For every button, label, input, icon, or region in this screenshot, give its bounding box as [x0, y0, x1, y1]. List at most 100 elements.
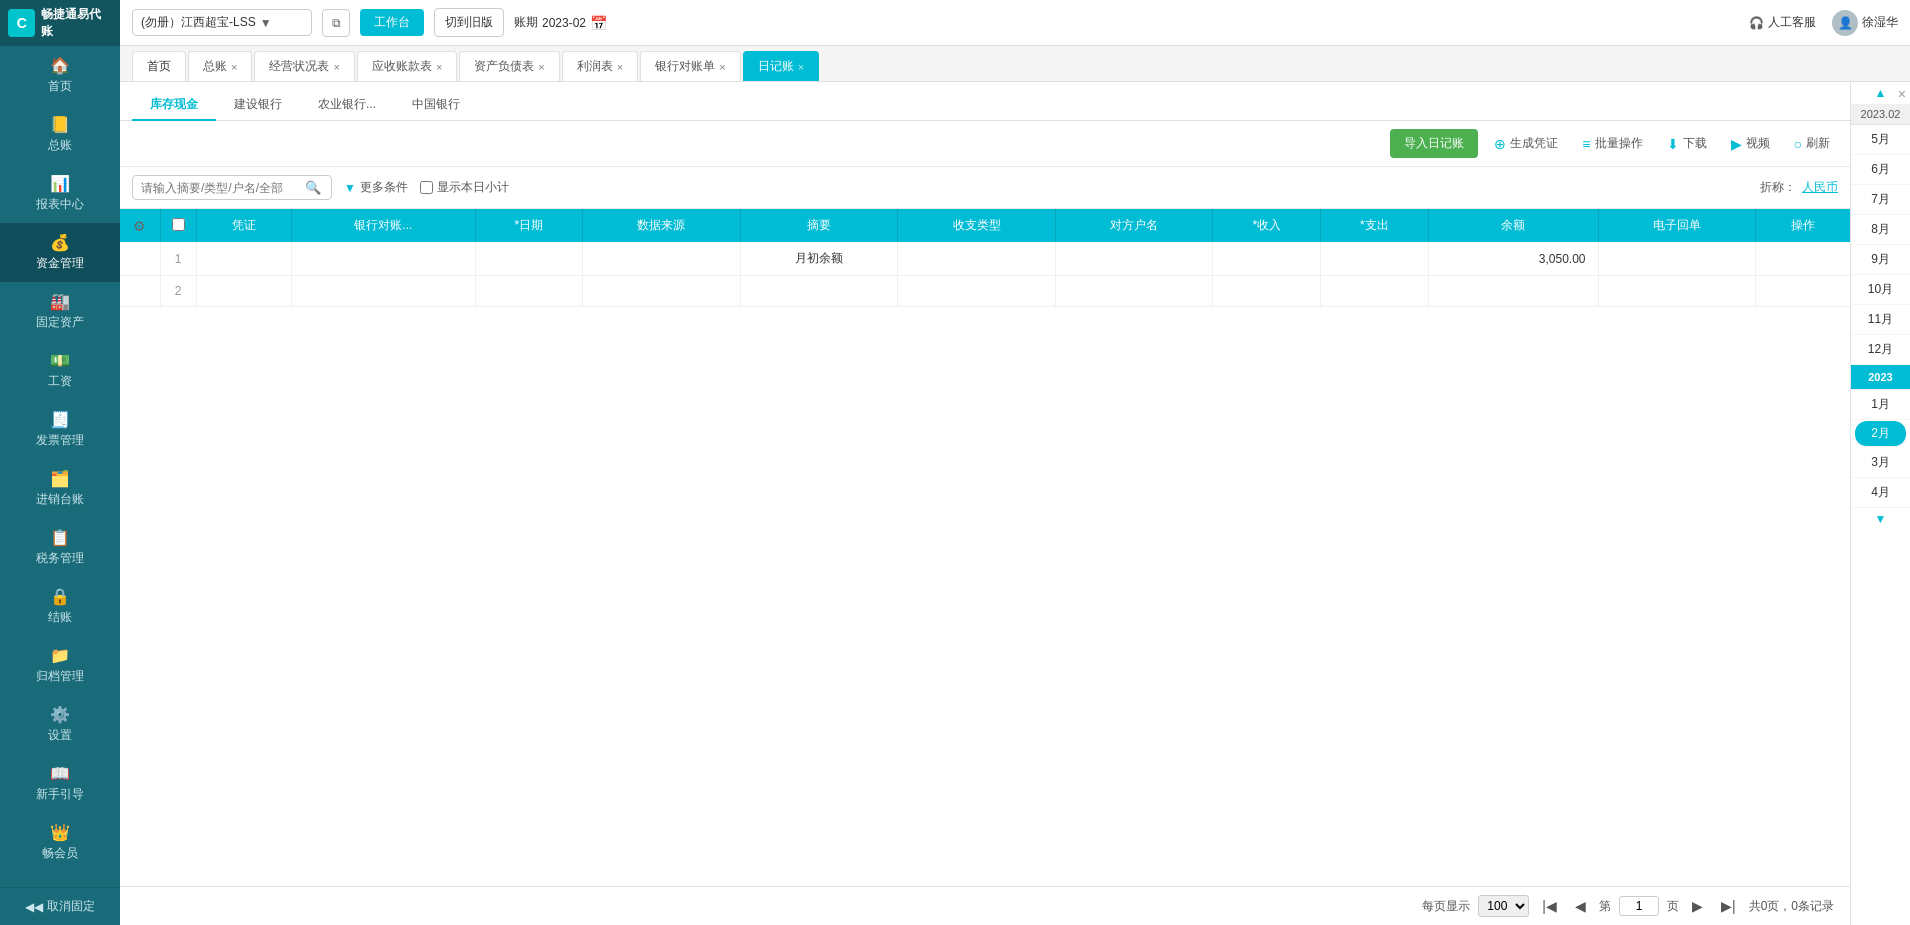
settings-gear-icon[interactable]: ⚙: [126, 218, 154, 234]
currency-label: 折称：: [1760, 179, 1796, 196]
first-page-btn[interactable]: |◀: [1537, 896, 1562, 916]
select-all-checkbox[interactable]: [172, 218, 185, 231]
import-diary-button[interactable]: 导入日记账: [1390, 129, 1478, 158]
chevron-up-icon: ▲: [1875, 86, 1887, 100]
row-check: 1: [160, 242, 196, 276]
row-summary: 月初余额: [740, 242, 898, 276]
search-icon[interactable]: 🔍: [305, 180, 321, 195]
tab-business[interactable]: 经营状况表 ×: [254, 51, 354, 81]
month-item-feb-2023[interactable]: 2月: [1855, 421, 1906, 447]
sidebar-item-close[interactable]: 🔒 结账: [0, 577, 120, 636]
old-version-button[interactable]: 切到旧版: [434, 8, 504, 37]
sidebar-unpin-btn[interactable]: ◀◀ 取消固定: [0, 887, 120, 925]
month-item-jan-2023[interactable]: 1月: [1851, 390, 1910, 420]
month-item-6[interactable]: 6月: [1851, 155, 1910, 185]
per-page-select[interactable]: 100 50 200: [1478, 895, 1529, 917]
sidebar-item-guide[interactable]: 📖 新手引导: [0, 754, 120, 813]
sidebar-item-salary[interactable]: 💵 工资: [0, 341, 120, 400]
generate-voucher-btn[interactable]: ⊕ 生成凭证: [1486, 131, 1566, 156]
month-item-8[interactable]: 8月: [1851, 215, 1910, 245]
logo-icon: C: [8, 9, 35, 37]
tab-assets[interactable]: 资产负债表 ×: [459, 51, 559, 81]
last-page-btn[interactable]: ▶|: [1716, 896, 1741, 916]
row-e-receipt: [1598, 276, 1756, 307]
row-voucher: [196, 242, 292, 276]
next-page-btn[interactable]: ▶: [1687, 896, 1708, 916]
sidebar-item-reports[interactable]: 📊 报表中心: [0, 164, 120, 223]
sidebar-item-fixed[interactable]: 🏭 固定资产: [0, 282, 120, 341]
right-panel-close-btn[interactable]: ×: [1898, 86, 1906, 102]
batch-ops-label: 批量操作: [1595, 135, 1643, 152]
month-label: 6月: [1871, 161, 1890, 178]
close-icon[interactable]: ×: [333, 61, 339, 73]
row-settings: [120, 242, 160, 276]
page-label-pre: 第: [1599, 898, 1611, 915]
prev-page-btn[interactable]: ◀: [1570, 896, 1591, 916]
month-item-11[interactable]: 11月: [1851, 305, 1910, 335]
download-btn[interactable]: ⬇ 下载: [1659, 131, 1715, 156]
month-label: 7月: [1871, 191, 1890, 208]
sidebar-item-purchase[interactable]: 🗂️ 进销台账: [0, 459, 120, 518]
income-col-header: *收入: [1213, 209, 1321, 242]
sub-tab-agriculture[interactable]: 农业银行...: [300, 90, 394, 121]
topbar-right: 🎧 人工客服 👤 徐湿华: [1749, 10, 1898, 36]
sidebar-item-label: 工资: [48, 373, 72, 390]
close-icon[interactable]: ×: [719, 61, 725, 73]
month-item-5[interactable]: 5月: [1851, 125, 1910, 155]
close-icon[interactable]: ×: [538, 61, 544, 73]
page-input[interactable]: [1619, 896, 1659, 916]
month-item-9[interactable]: 9月: [1851, 245, 1910, 275]
tab-diary[interactable]: 日记账 ×: [743, 51, 819, 81]
tab-home[interactable]: 首页: [132, 51, 186, 81]
sidebar-item-member[interactable]: 👑 畅会员: [0, 813, 120, 872]
period-value: 2023-02: [542, 16, 586, 30]
close-icon[interactable]: ×: [617, 61, 623, 73]
close-icon[interactable]: ×: [798, 61, 804, 73]
filter-btn[interactable]: ▼ 更多条件: [344, 179, 408, 196]
sidebar-item-archive[interactable]: 📁 归档管理: [0, 636, 120, 695]
video-btn[interactable]: ▶ 视频: [1723, 131, 1778, 156]
calendar-icon[interactable]: 📅: [590, 15, 607, 31]
month-item-12[interactable]: 12月: [1851, 335, 1910, 365]
company-select[interactable]: (勿册）江西超宝-LSS ▼: [132, 9, 312, 36]
settings-icon: ⚙️: [50, 705, 70, 724]
check-col-header: [160, 209, 196, 242]
scroll-down-btn[interactable]: ▼: [1871, 508, 1891, 530]
sidebar-item-tax[interactable]: 📋 税务管理: [0, 518, 120, 577]
close-icon[interactable]: ×: [231, 61, 237, 73]
user-menu[interactable]: 👤 徐湿华: [1832, 10, 1898, 36]
row-bank-reconcile: [292, 242, 475, 276]
sub-tab-cash[interactable]: 库存现金: [132, 90, 216, 121]
row-action: [1756, 276, 1850, 307]
month-item-mar-2023[interactable]: 3月: [1851, 448, 1910, 478]
show-daily-checkbox[interactable]: 显示本日小计: [420, 179, 509, 196]
sub-tab-china[interactable]: 中国银行: [394, 90, 478, 121]
scroll-up-btn[interactable]: ▲: [1871, 82, 1891, 104]
total-info: 共0页，0条记录: [1749, 898, 1834, 915]
tab-bank[interactable]: 银行对账单 ×: [640, 51, 740, 81]
currency-link[interactable]: 人民币: [1802, 179, 1838, 196]
workbench-button[interactable]: 工作台: [360, 9, 424, 36]
batch-ops-btn[interactable]: ≡ 批量操作: [1574, 131, 1650, 156]
sidebar-item-invoice[interactable]: 🧾 发票管理: [0, 400, 120, 459]
close-icon[interactable]: ×: [436, 61, 442, 73]
sub-tab-construction[interactable]: 建设银行: [216, 90, 300, 121]
show-daily-input[interactable]: [420, 181, 433, 194]
source-col-header: 数据来源: [583, 209, 741, 242]
sidebar-item-ledger[interactable]: 📒 总账: [0, 105, 120, 164]
tab-receivable[interactable]: 应收账款表 ×: [357, 51, 457, 81]
customer-service-btn[interactable]: 🎧 人工客服: [1749, 14, 1816, 31]
month-item-apr-2023[interactable]: 4月: [1851, 478, 1910, 508]
search-input[interactable]: [141, 181, 301, 195]
filter-icon: ▼: [344, 181, 356, 195]
refresh-btn[interactable]: ○ 刷新: [1786, 131, 1838, 156]
sidebar-item-home[interactable]: 🏠 首页: [0, 46, 120, 105]
tab-ledger[interactable]: 总账 ×: [188, 51, 252, 81]
sidebar-item-settings[interactable]: ⚙️ 设置: [0, 695, 120, 754]
sidebar-item-capital[interactable]: 💰 资金管理: [0, 223, 120, 282]
tab-profit[interactable]: 利润表 ×: [562, 51, 638, 81]
month-item-7[interactable]: 7月: [1851, 185, 1910, 215]
copy-button[interactable]: ⧉: [322, 9, 350, 37]
month-item-10[interactable]: 10月: [1851, 275, 1910, 305]
tab-home-label: 首页: [147, 58, 171, 75]
